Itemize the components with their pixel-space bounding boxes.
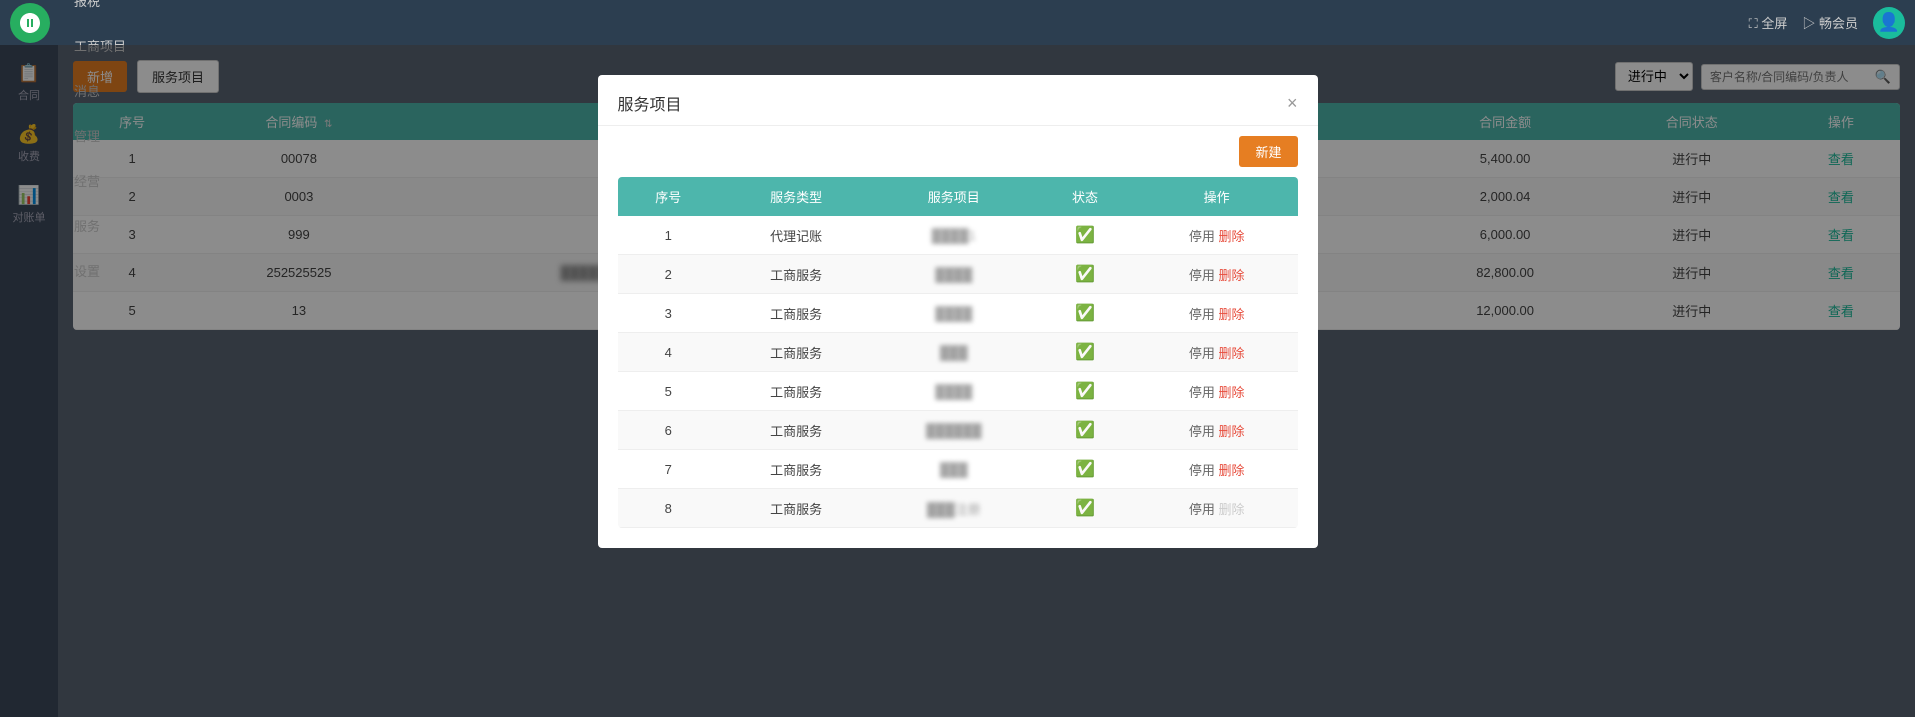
status-check-icon: ✅ [1075, 461, 1095, 478]
scell-seq: 3 [618, 294, 720, 333]
status-check-icon: ✅ [1075, 305, 1095, 322]
new-service-button[interactable]: 新建 [1239, 136, 1297, 167]
scell-item: ████ [873, 255, 1034, 294]
stop-button[interactable]: 停用 [1189, 499, 1215, 518]
stop-button[interactable]: 停用 [1189, 265, 1215, 284]
delete-button[interactable]: 删除 [1218, 460, 1244, 479]
scell-type: 工商服务 [719, 255, 873, 294]
modal-body: 序号 服务类型 服务项目 状态 操作 1 代理记账 ████1 ✅ 停用 删除 … [598, 177, 1318, 548]
scell-status: ✅ [1034, 411, 1136, 450]
scell-status: ✅ [1034, 216, 1136, 255]
scell-type: 工商服务 [719, 294, 873, 333]
stop-button[interactable]: 停用 [1189, 343, 1215, 362]
scell-type: 代理记账 [719, 216, 873, 255]
nav-item-tax[interactable]: 报税 [60, 0, 140, 23]
scell-item: ██████ [873, 411, 1034, 450]
avatar[interactable]: 👤 [1873, 7, 1905, 39]
scell-action: 停用 删除 [1136, 372, 1298, 411]
scell-seq: 4 [618, 333, 720, 372]
status-check-icon: ✅ [1075, 500, 1095, 517]
status-check-icon: ✅ [1075, 266, 1095, 283]
list-item: 8 工商服务 ███注册 ✅ 停用 删除 [618, 489, 1298, 528]
list-item: 7 工商服务 ███ ✅ 停用 删除 [618, 450, 1298, 489]
delete-button[interactable]: 删除 [1218, 304, 1244, 323]
service-table-header-row: 序号 服务类型 服务项目 状态 操作 [618, 177, 1298, 216]
scell-status: ✅ [1034, 489, 1136, 528]
modal-title: 服务项目 [618, 91, 682, 115]
scell-status: ✅ [1034, 294, 1136, 333]
scell-status: ✅ [1034, 450, 1136, 489]
stop-button[interactable]: 停用 [1189, 382, 1215, 401]
scell-action: 停用 删除 [1136, 489, 1298, 528]
sth-status: 状态 [1034, 177, 1136, 216]
fullscreen-btn[interactable]: ⛶ 全屏 [1749, 13, 1788, 32]
delete-button[interactable]: 删除 [1218, 265, 1244, 284]
service-modal: 服务项目 × 新建 序号 服务类型 服务项目 状态 操作 1 代理记账 ████ [598, 75, 1318, 548]
stop-button[interactable]: 停用 [1189, 421, 1215, 440]
list-item: 5 工商服务 ████ ✅ 停用 删除 [618, 372, 1298, 411]
list-item: 4 工商服务 ███ ✅ 停用 删除 [618, 333, 1298, 372]
list-item: 6 工商服务 ██████ ✅ 停用 删除 [618, 411, 1298, 450]
scell-status: ✅ [1034, 372, 1136, 411]
stop-button[interactable]: 停用 [1189, 460, 1215, 479]
delete-button[interactable]: 删除 [1218, 343, 1244, 362]
sth-item: 服务项目 [873, 177, 1034, 216]
modal-overlay: 服务项目 × 新建 序号 服务类型 服务项目 状态 操作 1 代理记账 ████ [0, 45, 1915, 717]
app-logo [10, 3, 50, 43]
scell-status: ✅ [1034, 255, 1136, 294]
scell-item: ████ [873, 372, 1034, 411]
scell-type: 工商服务 [719, 372, 873, 411]
service-table-body: 1 代理记账 ████1 ✅ 停用 删除 2 工商服务 ████ ✅ 停用 删除… [618, 216, 1298, 528]
scell-item: ████ [873, 294, 1034, 333]
scell-type: 工商服务 [719, 333, 873, 372]
list-item: 2 工商服务 ████ ✅ 停用 删除 [618, 255, 1298, 294]
status-check-icon: ✅ [1075, 383, 1095, 400]
scell-item: ███ [873, 333, 1034, 372]
scell-seq: 1 [618, 216, 720, 255]
scell-type: 工商服务 [719, 489, 873, 528]
status-check-icon: ✅ [1075, 227, 1095, 244]
top-nav-right: ⛶ 全屏 ▷ 畅会员 👤 [1749, 7, 1905, 39]
scell-type: 工商服务 [719, 411, 873, 450]
sth-type: 服务类型 [719, 177, 873, 216]
scell-seq: 6 [618, 411, 720, 450]
scell-action: 停用 删除 [1136, 216, 1298, 255]
service-table: 序号 服务类型 服务项目 状态 操作 1 代理记账 ████1 ✅ 停用 删除 … [618, 177, 1298, 528]
modal-header: 服务项目 × [598, 75, 1318, 126]
scell-seq: 8 [618, 489, 720, 528]
scell-seq: 2 [618, 255, 720, 294]
delete-button[interactable]: 删除 [1218, 226, 1244, 245]
delete-button[interactable]: 删除 [1218, 421, 1244, 440]
top-nav: 首页客户收费票据new记账报税工商项目消息管理经营服务设置 ⛶ 全屏 ▷ 畅会员… [0, 0, 1915, 45]
scell-seq: 5 [618, 372, 720, 411]
scell-item: ███注册 [873, 489, 1034, 528]
status-check-icon: ✅ [1075, 422, 1095, 439]
scell-action: 停用 删除 [1136, 255, 1298, 294]
modal-close-button[interactable]: × [1287, 94, 1298, 112]
scell-item: ███ [873, 450, 1034, 489]
sth-action: 操作 [1136, 177, 1298, 216]
scell-action: 停用 删除 [1136, 294, 1298, 333]
modal-toolbar: 新建 [598, 126, 1318, 177]
sth-seq: 序号 [618, 177, 720, 216]
delete-button: 删除 [1218, 499, 1244, 518]
scell-item: ████1 [873, 216, 1034, 255]
scell-action: 停用 删除 [1136, 333, 1298, 372]
stop-button[interactable]: 停用 [1189, 226, 1215, 245]
status-check-icon: ✅ [1075, 344, 1095, 361]
member-btn[interactable]: ▷ 畅会员 [1802, 13, 1858, 32]
scell-action: 停用 删除 [1136, 411, 1298, 450]
scell-action: 停用 删除 [1136, 450, 1298, 489]
scell-status: ✅ [1034, 333, 1136, 372]
scell-type: 工商服务 [719, 450, 873, 489]
scell-seq: 7 [618, 450, 720, 489]
list-item: 1 代理记账 ████1 ✅ 停用 删除 [618, 216, 1298, 255]
stop-button[interactable]: 停用 [1189, 304, 1215, 323]
list-item: 3 工商服务 ████ ✅ 停用 删除 [618, 294, 1298, 333]
delete-button[interactable]: 删除 [1218, 382, 1244, 401]
